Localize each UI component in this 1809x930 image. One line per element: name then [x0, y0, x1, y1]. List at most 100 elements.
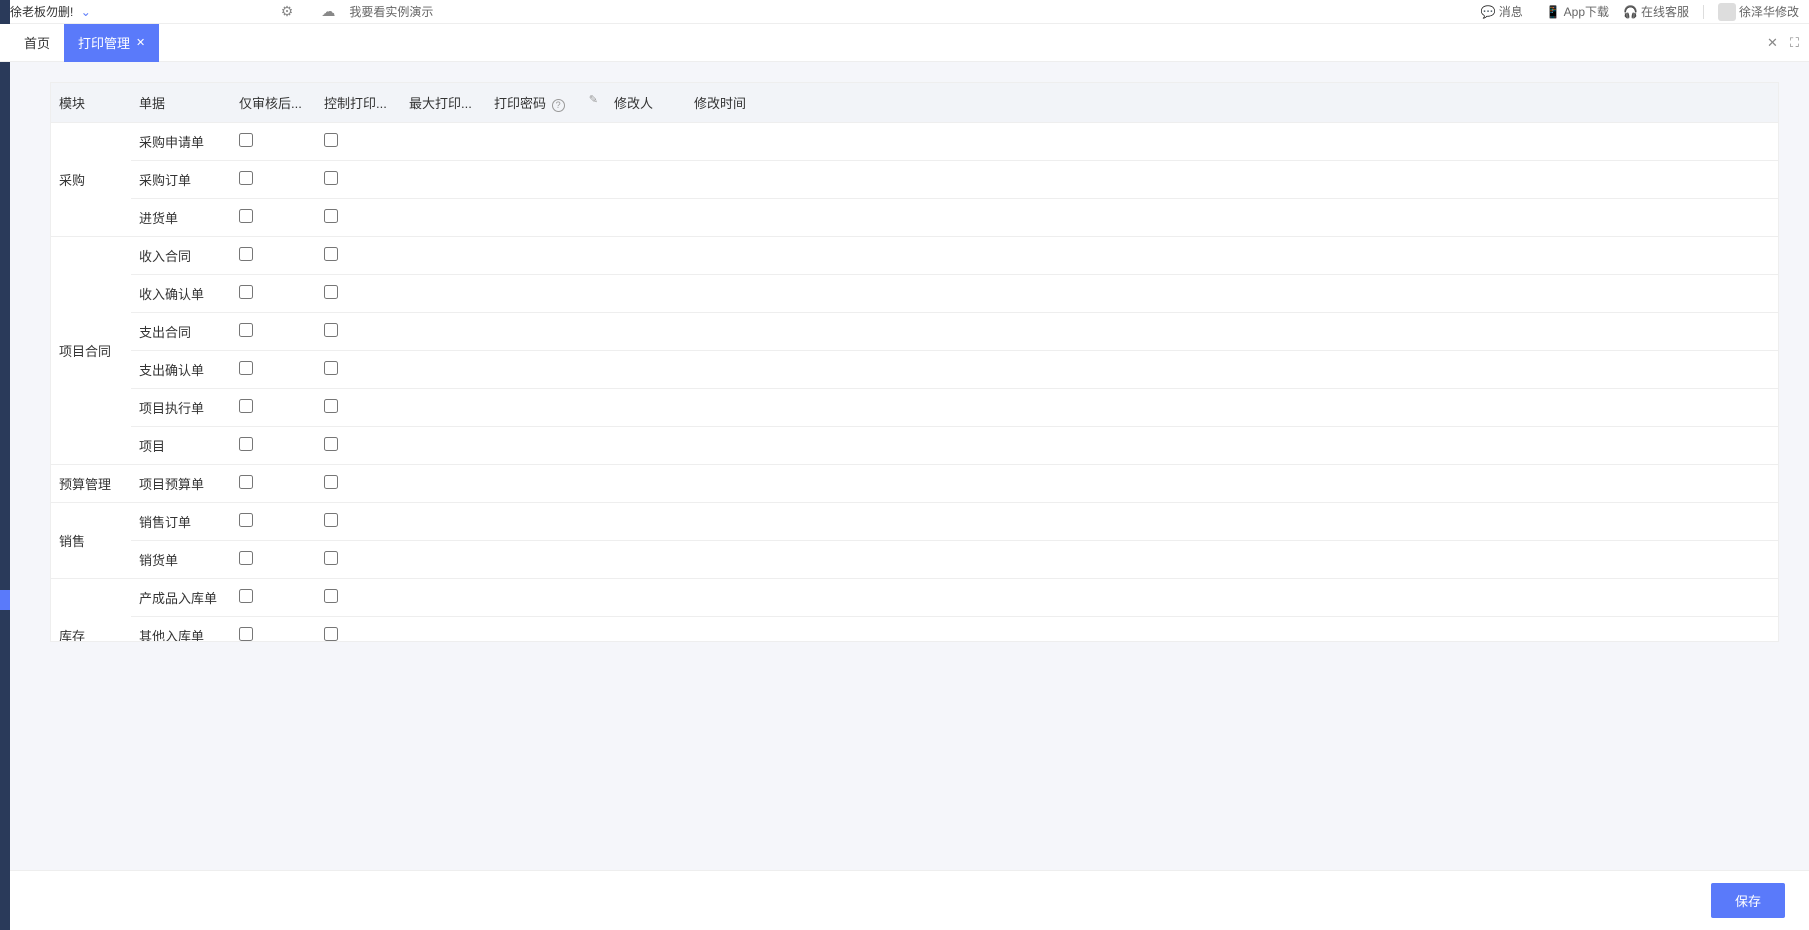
app-download-link[interactable]: 📱 App下载: [1546, 3, 1609, 20]
doc-cell: 支出合同: [131, 313, 231, 351]
audit-checkbox[interactable]: [239, 437, 253, 451]
control-checkbox[interactable]: [324, 285, 338, 299]
doc-cell: 销货单: [131, 541, 231, 579]
table-row: 其他入库单: [51, 617, 1778, 643]
username-label: 徐泽华修改: [1739, 3, 1799, 20]
messages-link[interactable]: 💬 消息: [1481, 3, 1532, 20]
topbar: 徐老板勿删! ⌄ ⚙ ☁ 我要看实例演示 💬 消息 📱 App下载 🎧 在线客服…: [0, 0, 1809, 24]
topbar-right: 💬 消息 📱 App下载 🎧 在线客服 徐泽华修改: [1481, 3, 1799, 21]
doc-cell: 进货单: [131, 199, 231, 237]
phone-icon: 📱: [1546, 5, 1561, 19]
col-print-pwd-label: 打印密码: [494, 96, 546, 111]
doc-cell: 采购申请单: [131, 123, 231, 161]
chat-icon: 💬: [1481, 5, 1496, 19]
audit-checkbox[interactable]: [239, 513, 253, 527]
app-download-label: App下载: [1564, 3, 1609, 20]
module-cell: 销售: [51, 503, 131, 579]
control-checkbox[interactable]: [324, 551, 338, 565]
audit-checkbox[interactable]: [239, 285, 253, 299]
demo-link[interactable]: 我要看实例演示: [349, 3, 433, 20]
col-max-print: 最大打印...: [401, 83, 486, 123]
control-checkbox[interactable]: [324, 399, 338, 413]
module-cell: 预算管理: [51, 465, 131, 503]
tab-print-mgmt-label: 打印管理: [78, 33, 130, 52]
control-checkbox[interactable]: [324, 171, 338, 185]
module-cell: 项目合同: [51, 237, 131, 465]
col-control-print: 控制打印...: [316, 83, 401, 123]
pwd-cell[interactable]: [486, 123, 606, 161]
table-row: 收入确认单: [51, 275, 1778, 313]
doc-cell: 采购订单: [131, 161, 231, 199]
tab-home[interactable]: 首页: [10, 24, 64, 62]
control-checkbox[interactable]: [324, 247, 338, 261]
close-all-icon[interactable]: ✕: [1767, 35, 1778, 51]
audit-checkbox[interactable]: [239, 475, 253, 489]
control-checkbox[interactable]: [324, 133, 338, 147]
control-checkbox[interactable]: [324, 437, 338, 451]
control-checkbox[interactable]: [324, 475, 338, 489]
audit-checkbox[interactable]: [239, 551, 253, 565]
audit-checkbox[interactable]: [239, 361, 253, 375]
doc-cell: 项目执行单: [131, 389, 231, 427]
tab-home-label: 首页: [24, 33, 50, 52]
chevron-down-icon: ⌄: [81, 5, 91, 19]
table-wrapper: 模块 单据 仅审核后... 控制打印... 最大打印... 打印密码 ? ✎ 修…: [50, 82, 1779, 642]
sidebar-strip: [0, 0, 10, 930]
table-row: 预算管理 项目预算单: [51, 465, 1778, 503]
audit-checkbox[interactable]: [239, 323, 253, 337]
max-cell[interactable]: [401, 123, 486, 161]
headset-icon: 🎧: [1623, 5, 1638, 19]
doc-cell: 支出确认单: [131, 351, 231, 389]
doc-cell: 销售订单: [131, 503, 231, 541]
control-checkbox[interactable]: [324, 627, 338, 641]
col-modify-time: 修改时间: [686, 83, 1778, 123]
user-menu[interactable]: 徐泽华修改: [1718, 3, 1799, 21]
org-dropdown-label: 徐老板勿删!: [10, 5, 73, 19]
col-modifier: 修改人: [606, 83, 686, 123]
table-row: 销售 销售订单: [51, 503, 1778, 541]
divider: [1703, 5, 1704, 19]
edit-icon[interactable]: ✎: [589, 93, 598, 106]
audit-checkbox[interactable]: [239, 399, 253, 413]
content: 模块 单据 仅审核后... 控制打印... 最大打印... 打印密码 ? ✎ 修…: [0, 62, 1809, 722]
control-checkbox[interactable]: [324, 589, 338, 603]
col-module: 模块: [51, 83, 131, 123]
gear-icon[interactable]: ⚙: [281, 3, 294, 20]
footer: 保存: [10, 870, 1809, 930]
control-checkbox[interactable]: [324, 323, 338, 337]
close-icon[interactable]: ✕: [136, 36, 145, 49]
help-icon[interactable]: ?: [552, 99, 565, 112]
table-row: 采购 采购申请单: [51, 123, 1778, 161]
control-checkbox[interactable]: [324, 513, 338, 527]
col-print-pwd: 打印密码 ? ✎: [486, 83, 606, 123]
audit-checkbox[interactable]: [239, 589, 253, 603]
col-doc: 单据: [131, 83, 231, 123]
table-row: 库存 产成品入库单: [51, 579, 1778, 617]
table-row: 项目执行单: [51, 389, 1778, 427]
tab-print-mgmt[interactable]: 打印管理 ✕: [64, 24, 159, 62]
messages-label: 消息: [1499, 3, 1523, 20]
audit-checkbox[interactable]: [239, 171, 253, 185]
table-row: 支出合同: [51, 313, 1778, 351]
save-button[interactable]: 保存: [1711, 883, 1785, 918]
control-checkbox[interactable]: [324, 361, 338, 375]
org-dropdown[interactable]: 徐老板勿删! ⌄: [10, 3, 271, 20]
col-audit-only: 仅审核后...: [231, 83, 316, 123]
audit-checkbox[interactable]: [239, 627, 253, 641]
doc-cell: 项目预算单: [131, 465, 231, 503]
modifier-cell: [606, 123, 686, 161]
control-checkbox[interactable]: [324, 209, 338, 223]
audit-checkbox[interactable]: [239, 209, 253, 223]
audit-checkbox[interactable]: [239, 247, 253, 261]
doc-cell: 收入确认单: [131, 275, 231, 313]
audit-checkbox[interactable]: [239, 133, 253, 147]
topbar-left: 徐老板勿删! ⌄ ⚙ ☁ 我要看实例演示: [10, 3, 433, 20]
table-row: 销货单: [51, 541, 1778, 579]
doc-cell: 其他入库单: [131, 617, 231, 643]
fullscreen-icon[interactable]: ⛶: [1790, 35, 1799, 51]
online-service-link[interactable]: 🎧 在线客服: [1623, 3, 1689, 20]
tabbar: 首页 打印管理 ✕ ✕ ⛶: [0, 24, 1809, 62]
doc-cell: 收入合同: [131, 237, 231, 275]
cloud-icon: ☁: [321, 3, 335, 20]
table-row: 项目: [51, 427, 1778, 465]
